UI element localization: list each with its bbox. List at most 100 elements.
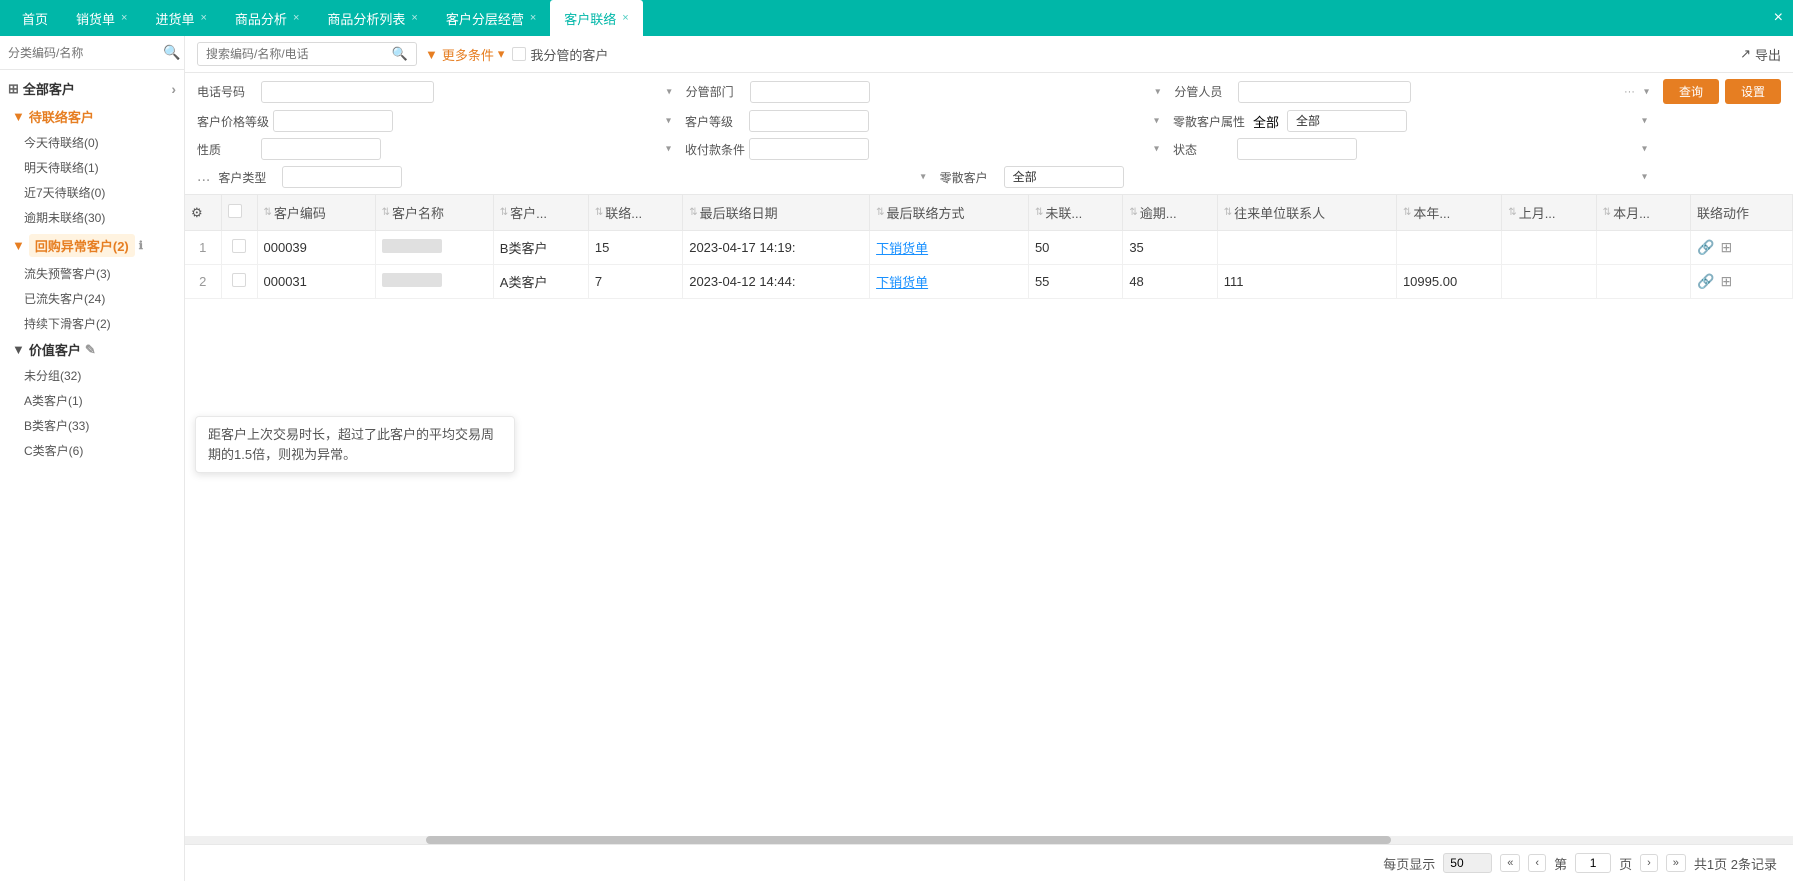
- my-customer-checkbox-area[interactable]: 我分管的客户: [512, 45, 608, 64]
- sidebar-item-declining[interactable]: 持续下滑客户(2): [0, 311, 184, 336]
- row-checkbox-1[interactable]: [232, 239, 246, 253]
- sidebar-item-class-a[interactable]: A类客户(1): [0, 388, 184, 413]
- row-last-method-1[interactable]: 下销货单: [870, 231, 1029, 265]
- filter-search-input[interactable]: [206, 47, 392, 61]
- row-last-date-1: 2023-04-17 14:19:: [683, 231, 870, 265]
- sidebar-item-class-c[interactable]: C类客户(6): [0, 438, 184, 463]
- col-this-month: ⇅ 本月...: [1596, 195, 1690, 231]
- status-select[interactable]: [1237, 138, 1357, 160]
- export-button[interactable]: ↗ 导出: [1740, 45, 1781, 64]
- settings-button[interactable]: 设置: [1725, 79, 1781, 104]
- customer-level-select[interactable]: [749, 110, 869, 132]
- scrollbar-thumb[interactable]: [426, 836, 1391, 844]
- filter-row-1: 电话号码 分管部门 分管人员 ···: [197, 79, 1781, 104]
- sort-code-icon: ⇅: [264, 207, 272, 218]
- pay-terms-select[interactable]: [749, 138, 869, 160]
- row-check-1[interactable]: [221, 231, 257, 265]
- grid-icon: ⊞: [8, 81, 19, 97]
- col-settings[interactable]: ⚙: [185, 195, 221, 231]
- sidebar-all-customers[interactable]: ⊞ 全部客户 ›: [0, 74, 184, 103]
- more-filter-button[interactable]: ▼ 更多条件 ▾: [425, 45, 504, 64]
- more-icon-1[interactable]: ⊞: [1720, 239, 1732, 256]
- nav-item-purchase[interactable]: 进货单 ×: [141, 0, 220, 36]
- dept-select[interactable]: [750, 81, 870, 103]
- sidebar-item-class-b[interactable]: B类客户(33): [0, 413, 184, 438]
- settings-col-icon: ⚙: [191, 205, 203, 220]
- close-product-list-icon[interactable]: ×: [411, 12, 417, 24]
- sidebar-section-value-customers[interactable]: ▼ 价值客户 ✎: [0, 336, 184, 363]
- horizontal-scrollbar[interactable]: [185, 836, 1793, 844]
- phone-input[interactable]: [261, 81, 434, 103]
- sidebar-search-icon: 🔍: [163, 44, 180, 61]
- sidebar-section-repurchase-abnormal[interactable]: ▼ 回购异常客户(2) ℹ: [0, 230, 184, 261]
- row-checkbox-2[interactable]: [232, 273, 246, 287]
- last-method-link-1[interactable]: 下销货单: [876, 241, 928, 256]
- link-icon-1[interactable]: 🔗: [1697, 239, 1714, 256]
- close-customer-contact-icon[interactable]: ×: [622, 12, 628, 24]
- row-contacts-1: 15: [588, 231, 682, 265]
- nav-item-customer-contact[interactable]: 客户联络 ×: [550, 0, 642, 36]
- current-page-input[interactable]: [1575, 853, 1611, 873]
- edit-icon[interactable]: ✎: [85, 342, 96, 358]
- sidebar-search-area: 🔍: [0, 36, 184, 70]
- first-page-button[interactable]: «: [1500, 854, 1520, 872]
- nav-item-customer-tier[interactable]: 客户分层经营 ×: [432, 0, 550, 36]
- retail-attr-select[interactable]: 全部: [1287, 110, 1407, 132]
- dept-label: 分管部门: [686, 83, 746, 100]
- close-product-analysis-icon[interactable]: ×: [293, 12, 299, 24]
- col-overdue: ⇅ 逾期...: [1123, 195, 1217, 231]
- sidebar-item-loss-warning[interactable]: 流失预警客户(3): [0, 261, 184, 286]
- more-icon-2[interactable]: ⊞: [1720, 273, 1732, 290]
- sidebar-collapse-icon[interactable]: ›: [171, 81, 176, 97]
- sidebar-item-already-lost[interactable]: 已流失客户(24): [0, 286, 184, 311]
- last-page-button[interactable]: »: [1666, 854, 1686, 872]
- sidebar-section-pending[interactable]: ▼ 待联络客户: [0, 103, 184, 130]
- nav-item-sales[interactable]: 销货单 ×: [62, 0, 141, 36]
- link-icon-2[interactable]: 🔗: [1697, 273, 1714, 290]
- filter-row-2: 客户价格等级 客户等级 零散客户属性 全部 全部: [197, 110, 1781, 132]
- col-last-contact-method: ⇅ 最后联络方式: [870, 195, 1029, 231]
- select-all-checkbox[interactable]: [228, 204, 242, 218]
- row-actions-1: 🔗 ⊞: [1691, 231, 1793, 265]
- window-close-button[interactable]: ×: [1774, 9, 1783, 27]
- nav-item-product-analysis[interactable]: 商品分析 ×: [221, 0, 313, 36]
- last-method-link-2[interactable]: 下销货单: [876, 275, 928, 290]
- row-num-2: 2: [185, 265, 221, 299]
- table-row: 1 000039 B类客户 15 2023-04-17 14:19: 下销货单: [185, 231, 1793, 265]
- my-customer-checkbox[interactable]: [512, 47, 526, 61]
- row-last-method-2[interactable]: 下销货单: [870, 265, 1029, 299]
- prev-page-button[interactable]: ‹: [1528, 854, 1546, 872]
- close-sales-icon[interactable]: ×: [121, 12, 127, 24]
- sidebar-item-unclassified[interactable]: 未分组(32): [0, 363, 184, 388]
- row-this-year-2: 10995.00: [1396, 265, 1501, 299]
- sidebar-item-today-contact[interactable]: 今天待联络(0): [0, 130, 184, 155]
- next-page-button[interactable]: ›: [1640, 854, 1658, 872]
- sidebar-item-overdue-contact[interactable]: 逾期未联络(30): [0, 205, 184, 230]
- sort-contacts-icon: ⇅: [595, 207, 603, 218]
- customer-type-select[interactable]: [282, 166, 402, 188]
- gender-select[interactable]: [261, 138, 381, 160]
- data-table: ⚙ ⇅ 客户编码 ⇅: [185, 195, 1793, 299]
- sidebar-item-tomorrow-contact[interactable]: 明天待联络(1): [0, 155, 184, 180]
- price-level-label: 客户价格等级: [197, 113, 269, 130]
- sort-related-icon: ⇅: [1224, 207, 1232, 218]
- sidebar-search-input[interactable]: [8, 46, 163, 60]
- per-page-select[interactable]: 50 100: [1443, 853, 1492, 873]
- manager-input[interactable]: [1238, 81, 1411, 103]
- col-checkbox[interactable]: [221, 195, 257, 231]
- sidebar-item-week-contact[interactable]: 近7天待联络(0): [0, 180, 184, 205]
- row-check-2[interactable]: [221, 265, 257, 299]
- query-button[interactable]: 查询: [1663, 79, 1719, 104]
- close-purchase-icon[interactable]: ×: [200, 12, 206, 24]
- customer-level-label: 客户等级: [685, 113, 745, 130]
- status-label: 状态: [1173, 141, 1233, 158]
- row-related-1: [1217, 231, 1396, 265]
- sort-this-year-icon: ⇅: [1403, 207, 1411, 218]
- blurred-name-1: [382, 239, 442, 253]
- close-customer-tier-icon[interactable]: ×: [530, 12, 536, 24]
- price-level-select[interactable]: [273, 110, 393, 132]
- retail-customer-select[interactable]: 全部: [1004, 166, 1124, 188]
- arrow-repurchase-icon: ▼: [12, 238, 25, 253]
- nav-item-product-list[interactable]: 商品分析列表 ×: [313, 0, 431, 36]
- nav-item-home[interactable]: 首页: [8, 0, 62, 36]
